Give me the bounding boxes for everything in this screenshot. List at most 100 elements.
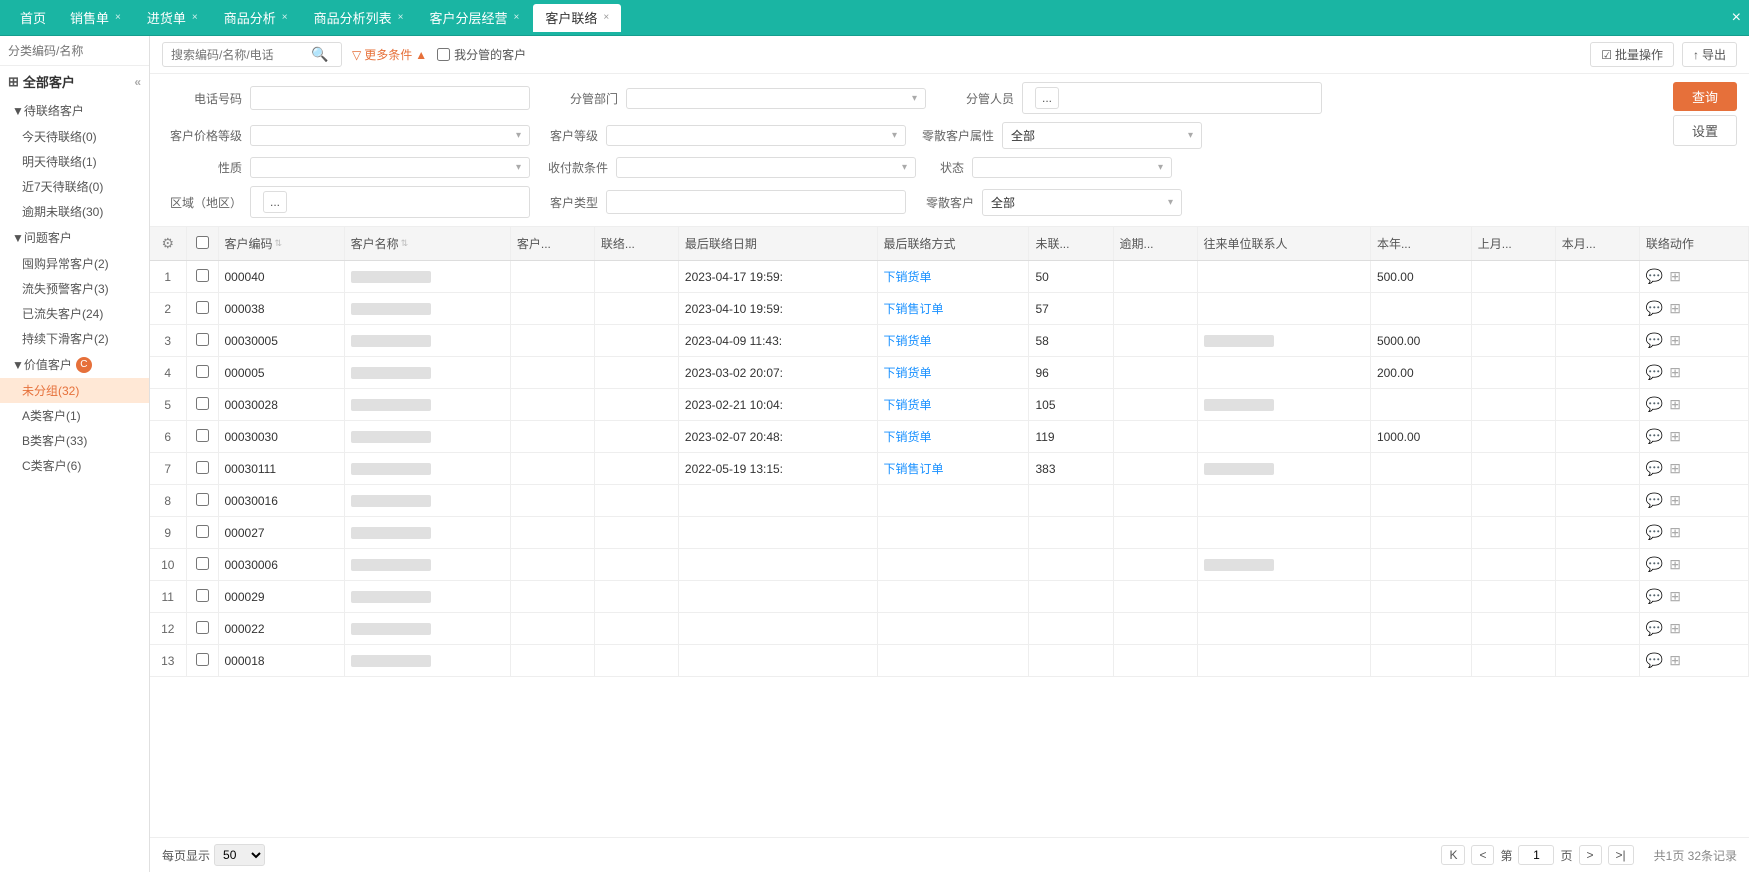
message-icon[interactable]: 💬 (1646, 332, 1663, 349)
main-search-icon[interactable]: 🔍 (311, 46, 328, 63)
row-check[interactable] (196, 301, 209, 314)
row-checkbox[interactable] (186, 421, 218, 453)
page-size-select[interactable]: 50 20 100 (214, 844, 265, 866)
sidebar-item-class-c[interactable]: C类客户(6) (0, 453, 149, 478)
row-check[interactable] (196, 557, 209, 570)
sidebar-item-ungrouped[interactable]: 未分组(32) (0, 378, 149, 403)
close-icon[interactable]: × (282, 12, 288, 23)
row-check[interactable] (196, 429, 209, 442)
contact-method-link[interactable]: 下销货单 (884, 334, 932, 348)
grid-action-icon[interactable]: ⊞ (1669, 428, 1681, 445)
sidebar-item-tomorrow-pending[interactable]: 明天待联络(1) (0, 149, 149, 174)
grid-action-icon[interactable]: ⊞ (1669, 524, 1681, 541)
row-checkbox[interactable] (186, 325, 218, 357)
contact-method-link[interactable]: 下销货单 (884, 366, 932, 380)
tab-product-analysis-list[interactable]: 商品分析列表 × (302, 4, 416, 32)
row-checkbox[interactable] (186, 549, 218, 581)
row-checkbox[interactable] (186, 581, 218, 613)
row-checkbox[interactable] (186, 389, 218, 421)
row-check[interactable] (196, 653, 209, 666)
tab-home[interactable]: 首页 (8, 8, 58, 27)
message-icon[interactable]: 💬 (1646, 652, 1663, 669)
my-customers-checkbox[interactable]: 我分管的客户 (437, 46, 526, 63)
row-check[interactable] (196, 269, 209, 282)
contact-method-link[interactable]: 下销售订单 (884, 462, 944, 476)
contact-method-link[interactable]: 下销货单 (884, 270, 932, 284)
sidebar-item-class-a[interactable]: A类客户(1) (0, 403, 149, 428)
message-icon[interactable]: 💬 (1646, 556, 1663, 573)
region-select[interactable]: ... (250, 186, 530, 218)
collapse-icon[interactable]: « (134, 75, 141, 89)
tab-sales-order[interactable]: 销售单 × (58, 4, 133, 32)
person-select[interactable]: ... (1022, 82, 1322, 114)
row-check[interactable] (196, 525, 209, 538)
more-conditions-button[interactable]: ▽ 更多条件 ▲ (352, 46, 427, 63)
more-icon[interactable]: ... (263, 191, 287, 213)
nature-select[interactable]: ▾ (250, 157, 530, 178)
message-icon[interactable]: 💬 (1646, 300, 1663, 317)
row-checkbox[interactable] (186, 293, 218, 325)
page-number-input[interactable] (1518, 845, 1554, 865)
phone-input[interactable] (250, 86, 530, 110)
message-icon[interactable]: 💬 (1646, 364, 1663, 381)
price-grade-select[interactable]: ▾ (250, 125, 530, 146)
query-button[interactable]: 查询 (1673, 82, 1737, 111)
main-search-input[interactable] (171, 48, 311, 62)
tab-product-analysis[interactable]: 商品分析 × (212, 4, 300, 32)
grid-action-icon[interactable]: ⊞ (1669, 396, 1681, 413)
row-checkbox[interactable] (186, 645, 218, 677)
message-icon[interactable]: 💬 (1646, 588, 1663, 605)
sidebar-item-churn-warning[interactable]: 流失预警客户(3) (0, 276, 149, 301)
row-check[interactable] (196, 621, 209, 634)
tab-purchase-order[interactable]: 进货单 × (135, 4, 210, 32)
last-page-button[interactable]: >| (1608, 845, 1634, 865)
reset-button[interactable]: 设置 (1673, 115, 1737, 146)
my-customers-check[interactable] (437, 48, 450, 61)
row-check[interactable] (196, 333, 209, 346)
sidebar-item-declining[interactable]: 持续下滑客户(2) (0, 326, 149, 351)
row-check[interactable] (196, 397, 209, 410)
all-customers-title[interactable]: ⊞ 全部客户 « (0, 66, 149, 97)
grid-action-icon[interactable]: ⊞ (1669, 364, 1681, 381)
dept-select[interactable]: ▾ (626, 88, 926, 109)
grid-action-icon[interactable]: ⊞ (1669, 300, 1681, 317)
sidebar-group-pending-contact[interactable]: ▼ 待联络客户 (0, 97, 149, 124)
grid-action-icon[interactable]: ⊞ (1669, 652, 1681, 669)
row-checkbox[interactable] (186, 613, 218, 645)
grid-action-icon[interactable]: ⊞ (1669, 556, 1681, 573)
prev-page-button[interactable]: < (1471, 845, 1494, 865)
sidebar-item-hoarding-abnormal[interactable]: 囤购异常客户(2) (0, 251, 149, 276)
row-check[interactable] (196, 589, 209, 602)
message-icon[interactable]: 💬 (1646, 460, 1663, 477)
sidebar-group-problem-customers[interactable]: ▼ 问题客户 (0, 224, 149, 251)
category-search-input[interactable] (8, 44, 150, 58)
retail-attr-select[interactable]: 全部 ▾ (1002, 122, 1202, 149)
grid-action-icon[interactable]: ⊞ (1669, 492, 1681, 509)
message-icon[interactable]: 💬 (1646, 492, 1663, 509)
message-icon[interactable]: 💬 (1646, 620, 1663, 637)
message-icon[interactable]: 💬 (1646, 524, 1663, 541)
grid-action-icon[interactable]: ⊞ (1669, 588, 1681, 605)
settings-icon[interactable]: ⚙ (161, 235, 174, 251)
contact-method-link[interactable]: 下销货单 (884, 398, 932, 412)
next-page-button[interactable]: > (1579, 845, 1602, 865)
message-icon[interactable]: 💬 (1646, 396, 1663, 413)
sidebar-group-value-customers[interactable]: ▼ 价值客户 C (0, 351, 149, 378)
close-window-icon[interactable]: × (1732, 9, 1741, 27)
cust-grade-select[interactable]: ▾ (606, 125, 906, 146)
first-page-button[interactable]: K (1441, 845, 1465, 865)
sidebar-item-7days-pending[interactable]: 近7天待联络(0) (0, 174, 149, 199)
contact-method-link[interactable]: 下销货单 (884, 430, 932, 444)
message-icon[interactable]: 💬 (1646, 268, 1663, 285)
sidebar-item-churned[interactable]: 已流失客户(24) (0, 301, 149, 326)
row-checkbox[interactable] (186, 517, 218, 549)
row-checkbox[interactable] (186, 357, 218, 389)
close-icon[interactable]: × (603, 12, 609, 23)
status-select[interactable]: ▾ (972, 157, 1172, 178)
row-checkbox[interactable] (186, 453, 218, 485)
more-icon[interactable]: ... (1035, 87, 1059, 109)
sidebar-item-today-pending[interactable]: 今天待联络(0) (0, 124, 149, 149)
row-check[interactable] (196, 493, 209, 506)
contact-method-link[interactable]: 下销售订单 (884, 302, 944, 316)
batch-operations-button[interactable]: ☑ 批量操作 (1590, 42, 1674, 67)
